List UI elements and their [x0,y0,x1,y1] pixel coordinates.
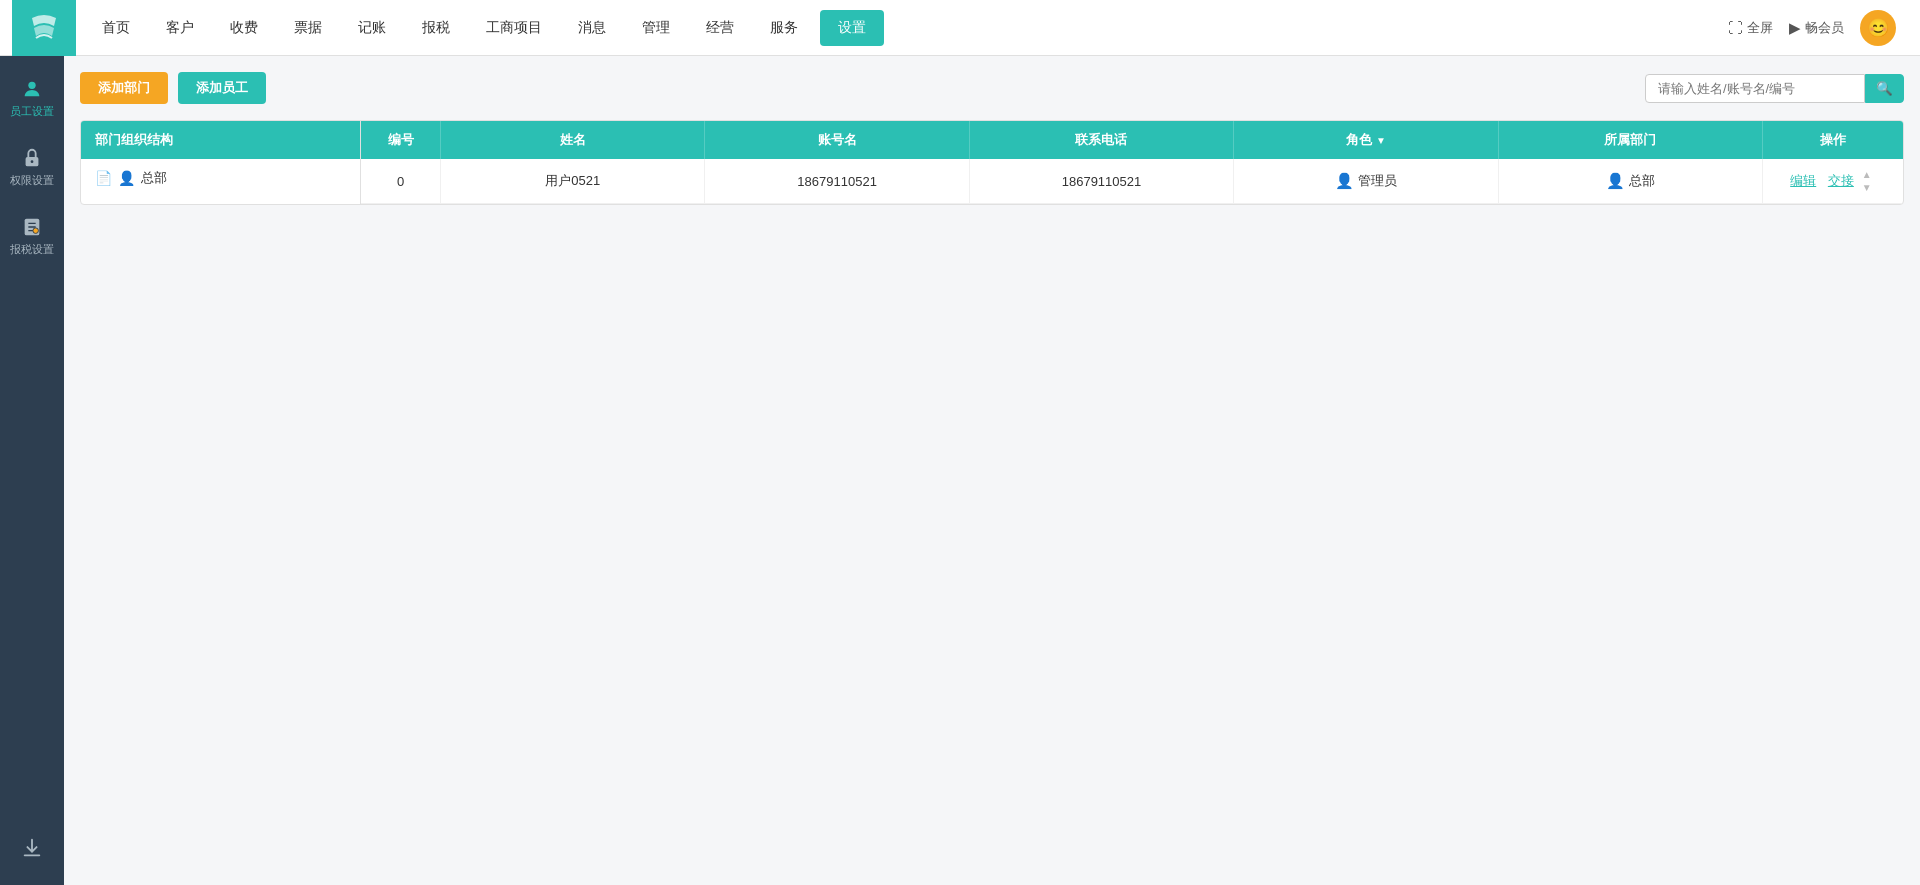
td-id: 0 [361,159,441,203]
sidebar-item-taxsetting[interactable]: 报税设置 [0,202,64,271]
main-panel: 部门组织结构 📄 👤 总部 编号 姓名 账号名 联系电话 角色 [80,120,1904,205]
nav-settings[interactable]: 设置 [820,10,884,46]
th-phone: 联系电话 [970,121,1234,159]
nav-tax[interactable]: 报税 [404,0,468,56]
th-account: 账号名 [705,121,969,159]
svg-point-2 [31,160,34,163]
td-account: 18679110521 [705,159,969,203]
svg-point-4 [33,228,38,234]
scroll-arrows: ▲ ▼ [1858,169,1876,193]
fullscreen-button[interactable]: ⛶ 全屏 [1728,19,1773,37]
tax-icon [21,216,43,238]
nav-message[interactable]: 消息 [560,0,624,56]
top-navigation: 首页 客户 收费 票据 记账 报税 工商项目 消息 管理 经营 服务 设置 ⛶ … [0,0,1920,56]
logo-icon [26,10,62,46]
main-layout: 员工设置 权限设置 报税设置 [0,56,1920,885]
add-dept-button[interactable]: 添加部门 [80,72,168,104]
search-bar: 🔍 [1645,74,1904,103]
th-id: 编号 [361,121,441,159]
sidebar-tax-label: 报税设置 [10,242,54,257]
td-dept: 👤 总部 [1499,159,1763,203]
scroll-down-icon[interactable]: ▼ [1862,182,1872,193]
search-input[interactable] [1645,74,1865,103]
nav-fee[interactable]: 收费 [212,0,276,56]
nav-right: ⛶ 全屏 ▶ 畅会员 😊 [1728,10,1896,46]
nav-account[interactable]: 记账 [340,0,404,56]
add-emp-button[interactable]: 添加员工 [178,72,266,104]
member-icon: ▶ [1789,19,1801,37]
dept-user-icon: 👤 [118,170,135,186]
sidebar-download[interactable] [13,823,51,873]
sidebar-item-permission[interactable]: 权限设置 [0,133,64,202]
dept-tree-item-label: 总部 [141,169,167,187]
download-icon [21,837,43,859]
fullscreen-icon: ⛶ [1728,19,1743,36]
person-icon [21,78,43,100]
logo [12,0,76,56]
dept-row-icon: 👤 [1606,172,1625,190]
sidebar-item-employee[interactable]: 员工设置 [0,64,64,133]
td-name: 用户0521 [441,159,705,203]
transfer-link[interactable]: 交接 [1828,172,1854,190]
td-role: 👤 管理员 [1234,159,1498,203]
sidebar-perm-label: 权限设置 [10,173,54,188]
file-icon: 📄 [95,170,112,186]
th-name: 姓名 [441,121,705,159]
search-icon: 🔍 [1876,81,1893,96]
sidebar-emp-label: 员工设置 [10,104,54,119]
td-dept-label: 总部 [1629,172,1655,190]
td-role-label: 管理员 [1358,172,1397,190]
table-row: 0 用户0521 18679110521 18679110521 👤 管理员 👤… [361,159,1903,204]
content-area: 添加部门 添加员工 🔍 部门组织结构 📄 👤 总部 [64,56,1920,885]
avatar[interactable]: 😊 [1860,10,1896,46]
td-phone: 18679110521 [970,159,1234,203]
action-bar: 添加部门 添加员工 🔍 [80,72,1904,104]
nav-operation[interactable]: 经营 [688,0,752,56]
role-user-icon: 👤 [1335,172,1354,190]
fullscreen-label: 全屏 [1747,19,1773,37]
sidebar-bottom [13,823,51,885]
nav-business[interactable]: 工商项目 [468,0,560,56]
sidebar: 员工设置 权限设置 报税设置 [0,56,64,885]
nav-invoice[interactable]: 票据 [276,0,340,56]
emp-table: 编号 姓名 账号名 联系电话 角色 ▼ 所属部门 操作 0 [361,121,1903,204]
edit-link[interactable]: 编辑 [1790,172,1816,190]
member-label: 畅会员 [1805,19,1844,37]
member-button[interactable]: ▶ 畅会员 [1789,19,1844,37]
dept-tree-item[interactable]: 📄 👤 总部 [81,159,360,197]
nav-service[interactable]: 服务 [752,0,816,56]
table-header: 编号 姓名 账号名 联系电话 角色 ▼ 所属部门 操作 [361,121,1903,159]
dept-tree-header: 部门组织结构 [81,121,360,159]
td-actions: 编辑 交接 ▲ ▼ [1763,159,1903,203]
th-role-label: 角色 [1346,131,1372,149]
nav-home[interactable]: 首页 [84,0,148,56]
dept-tree: 部门组织结构 📄 👤 总部 [81,121,361,204]
nav-items: 首页 客户 收费 票据 记账 报税 工商项目 消息 管理 经营 服务 设置 [84,0,1728,56]
nav-customer[interactable]: 客户 [148,0,212,56]
scroll-up-icon[interactable]: ▲ [1862,169,1872,180]
lock-icon [21,147,43,169]
filter-icon: ▼ [1376,135,1386,146]
th-action: 操作 [1763,121,1903,159]
search-button[interactable]: 🔍 [1865,74,1904,103]
nav-manage[interactable]: 管理 [624,0,688,56]
svg-point-0 [28,82,35,89]
th-dept: 所属部门 [1499,121,1763,159]
th-role[interactable]: 角色 ▼ [1234,121,1498,159]
